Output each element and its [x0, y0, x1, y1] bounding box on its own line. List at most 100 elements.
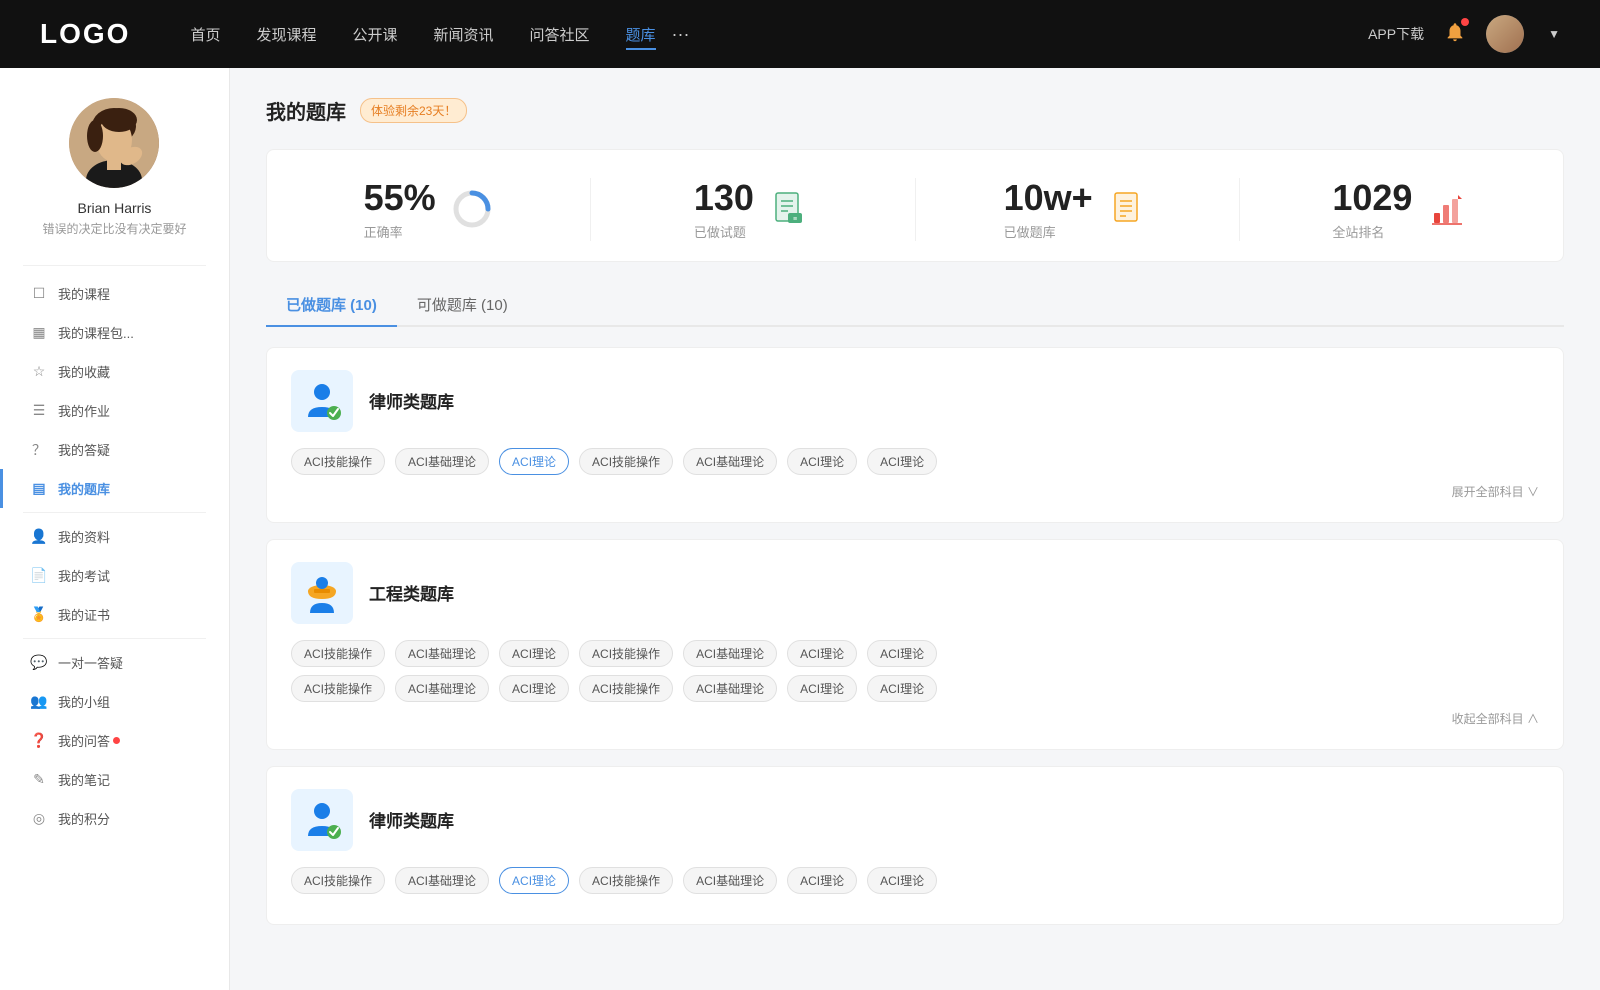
tag-item[interactable]: ACI基础理论	[683, 867, 777, 894]
qbank-tags-lawyer-2: ACI技能操作 ACI基础理论 ACI理论 ACI技能操作 ACI基础理论 AC…	[291, 867, 1539, 894]
donut-chart-icon	[450, 187, 494, 231]
tag-item[interactable]: ACI基础理论	[683, 675, 777, 702]
bar-chart-icon	[1426, 187, 1470, 231]
nav-item-discover[interactable]: 发现课程	[256, 24, 316, 45]
question-icon: ❓	[30, 732, 48, 750]
qbank-card-lawyer-1: 律师类题库 ACI技能操作 ACI基础理论 ACI理论 ACI技能操作 ACI基…	[266, 347, 1564, 523]
sidebar-divider-3	[23, 638, 206, 639]
stat-done-questions-number: 130	[694, 178, 754, 218]
tag-item[interactable]: ACI技能操作	[579, 867, 673, 894]
nav-item-news[interactable]: 新闻资讯	[434, 24, 494, 45]
navbar-right: APP下载 ▼	[1368, 15, 1560, 53]
logo: LOGO	[40, 18, 130, 50]
tag-item[interactable]: ACI基础理论	[395, 640, 489, 667]
sidebar-item-mygroup[interactable]: 👥 我的小组	[0, 682, 229, 721]
stat-rank-number: 1029	[1332, 178, 1412, 218]
sidebar-item-myprofile[interactable]: 👤 我的资料	[0, 517, 229, 556]
sidebar-item-favorites[interactable]: ☆ 我的收藏	[0, 352, 229, 391]
notification-dot	[1461, 18, 1469, 26]
course-icon: ☐	[30, 285, 48, 303]
nav-item-qbank[interactable]: 题库	[626, 24, 656, 45]
question-red-dot	[113, 737, 120, 744]
collapse-button[interactable]: 收起全部科目 ∧	[291, 710, 1539, 727]
sidebar-item-oneonone[interactable]: 💬 一对一答疑	[0, 643, 229, 682]
expand-button-1[interactable]: 展开全部科目 ∨	[291, 483, 1539, 500]
qbank-icon: ▤	[30, 480, 48, 498]
homework-icon: ☰	[30, 402, 48, 420]
stat-accuracy-label: 正确率	[364, 222, 436, 241]
oneonone-icon: 💬	[30, 654, 48, 672]
sidebar-item-mypoints[interactable]: ◎ 我的积分	[0, 799, 229, 838]
sidebar-item-myquestions[interactable]: ❓ 我的问答	[0, 721, 229, 760]
tag-item[interactable]: ACI基础理论	[395, 448, 489, 475]
points-icon: ◎	[30, 810, 48, 828]
svg-text:≡: ≡	[793, 216, 797, 223]
tag-item[interactable]: ACI理论	[867, 448, 937, 475]
tag-item[interactable]: ACI技能操作	[579, 448, 673, 475]
tag-item[interactable]: ACI理论	[787, 867, 857, 894]
tab-available-banks[interactable]: 可做题库 (10)	[397, 286, 528, 325]
doc-icon: ≡	[768, 187, 812, 231]
qa-icon: ？	[30, 441, 48, 459]
list-icon	[1107, 187, 1151, 231]
chevron-down-icon[interactable]: ▼	[1548, 27, 1560, 41]
avatar[interactable]	[1486, 15, 1524, 53]
tag-item[interactable]: ACI技能操作	[579, 675, 673, 702]
tag-item[interactable]: ACI技能操作	[291, 448, 385, 475]
group-icon: 👥	[30, 693, 48, 711]
tag-item[interactable]: ACI理论	[499, 675, 569, 702]
sidebar-item-qbank[interactable]: ▤ 我的题库	[0, 469, 229, 508]
tag-item[interactable]: ACI基础理论	[395, 867, 489, 894]
sidebar-item-mynotes[interactable]: ✎ 我的笔记	[0, 760, 229, 799]
notification-bell[interactable]	[1444, 21, 1466, 48]
sidebar-item-myqa[interactable]: ？ 我的答疑	[0, 430, 229, 469]
tag-item[interactable]: ACI理论	[787, 675, 857, 702]
page-header: 我的题库 体验剩余23天！	[266, 96, 1564, 125]
app-download-button[interactable]: APP下载	[1368, 24, 1424, 44]
sidebar: Brian Harris 错误的决定比没有决定要好 ☐ 我的课程 ▦ 我的课程包…	[0, 68, 230, 990]
nav-item-qa[interactable]: 问答社区	[530, 24, 590, 45]
sidebar-item-mycert[interactable]: 🏅 我的证书	[0, 595, 229, 634]
qbank-card-engineer: 工程类题库 ACI技能操作 ACI基础理论 ACI理论 ACI技能操作 ACI基…	[266, 539, 1564, 750]
tag-item[interactable]: ACI理论	[787, 640, 857, 667]
nav-item-opencourse[interactable]: 公开课	[352, 24, 397, 45]
sidebar-item-homework[interactable]: ☰ 我的作业	[0, 391, 229, 430]
exam-icon: 📄	[30, 567, 48, 585]
tag-item-active[interactable]: ACI理论	[499, 448, 569, 475]
stat-done-banks: 10w+ 已做题库	[916, 178, 1240, 241]
sidebar-item-mycoursepack[interactable]: ▦ 我的课程包...	[0, 313, 229, 352]
qbank-tags-engineer-row2: ACI技能操作 ACI基础理论 ACI理论 ACI技能操作 ACI基础理论 AC…	[291, 675, 1539, 702]
tag-item[interactable]: ACI理论	[867, 867, 937, 894]
engineer-icon	[291, 562, 353, 624]
tag-item[interactable]: ACI技能操作	[291, 867, 385, 894]
tab-done-banks[interactable]: 已做题库 (10)	[266, 286, 397, 325]
tag-item[interactable]: ACI技能操作	[579, 640, 673, 667]
tag-item[interactable]: ACI理论	[867, 675, 937, 702]
sidebar-divider-1	[23, 265, 206, 266]
tag-item-active[interactable]: ACI理论	[499, 867, 569, 894]
tag-item[interactable]: ACI理论	[787, 448, 857, 475]
tag-item[interactable]: ACI基础理论	[683, 640, 777, 667]
package-icon: ▦	[30, 324, 48, 342]
qbank-tags-engineer-row1: ACI技能操作 ACI基础理论 ACI理论 ACI技能操作 ACI基础理论 AC…	[291, 640, 1539, 667]
tag-item[interactable]: ACI技能操作	[291, 675, 385, 702]
qbank-card-lawyer-2: 律师类题库 ACI技能操作 ACI基础理论 ACI理论 ACI技能操作 ACI基…	[266, 766, 1564, 925]
tag-item[interactable]: ACI基础理论	[683, 448, 777, 475]
profile-icon: 👤	[30, 528, 48, 546]
sidebar-item-myexam[interactable]: 📄 我的考试	[0, 556, 229, 595]
tag-item[interactable]: ACI理论	[867, 640, 937, 667]
sidebar-divider-2	[23, 512, 206, 513]
sidebar-item-mycourse[interactable]: ☐ 我的课程	[0, 274, 229, 313]
nav-item-home[interactable]: 首页	[190, 24, 220, 45]
tag-item[interactable]: ACI理论	[499, 640, 569, 667]
sidebar-menu: ☐ 我的课程 ▦ 我的课程包... ☆ 我的收藏 ☰ 我的作业 ？ 我的答疑 ▤…	[0, 274, 229, 838]
qbank-title-lawyer-1: 律师类题库	[369, 388, 454, 413]
tag-item[interactable]: ACI基础理论	[395, 675, 489, 702]
stat-done-questions: 130 已做试题 ≡	[591, 178, 915, 241]
stat-accuracy-number: 55%	[364, 178, 436, 218]
nav-more[interactable]: ···	[672, 24, 690, 45]
main-content: 我的题库 体验剩余23天！ 55% 正确率 130	[230, 68, 1600, 990]
stats-card: 55% 正确率 130 已做试题	[266, 149, 1564, 262]
tabs-row: 已做题库 (10) 可做题库 (10)	[266, 286, 1564, 327]
tag-item[interactable]: ACI技能操作	[291, 640, 385, 667]
